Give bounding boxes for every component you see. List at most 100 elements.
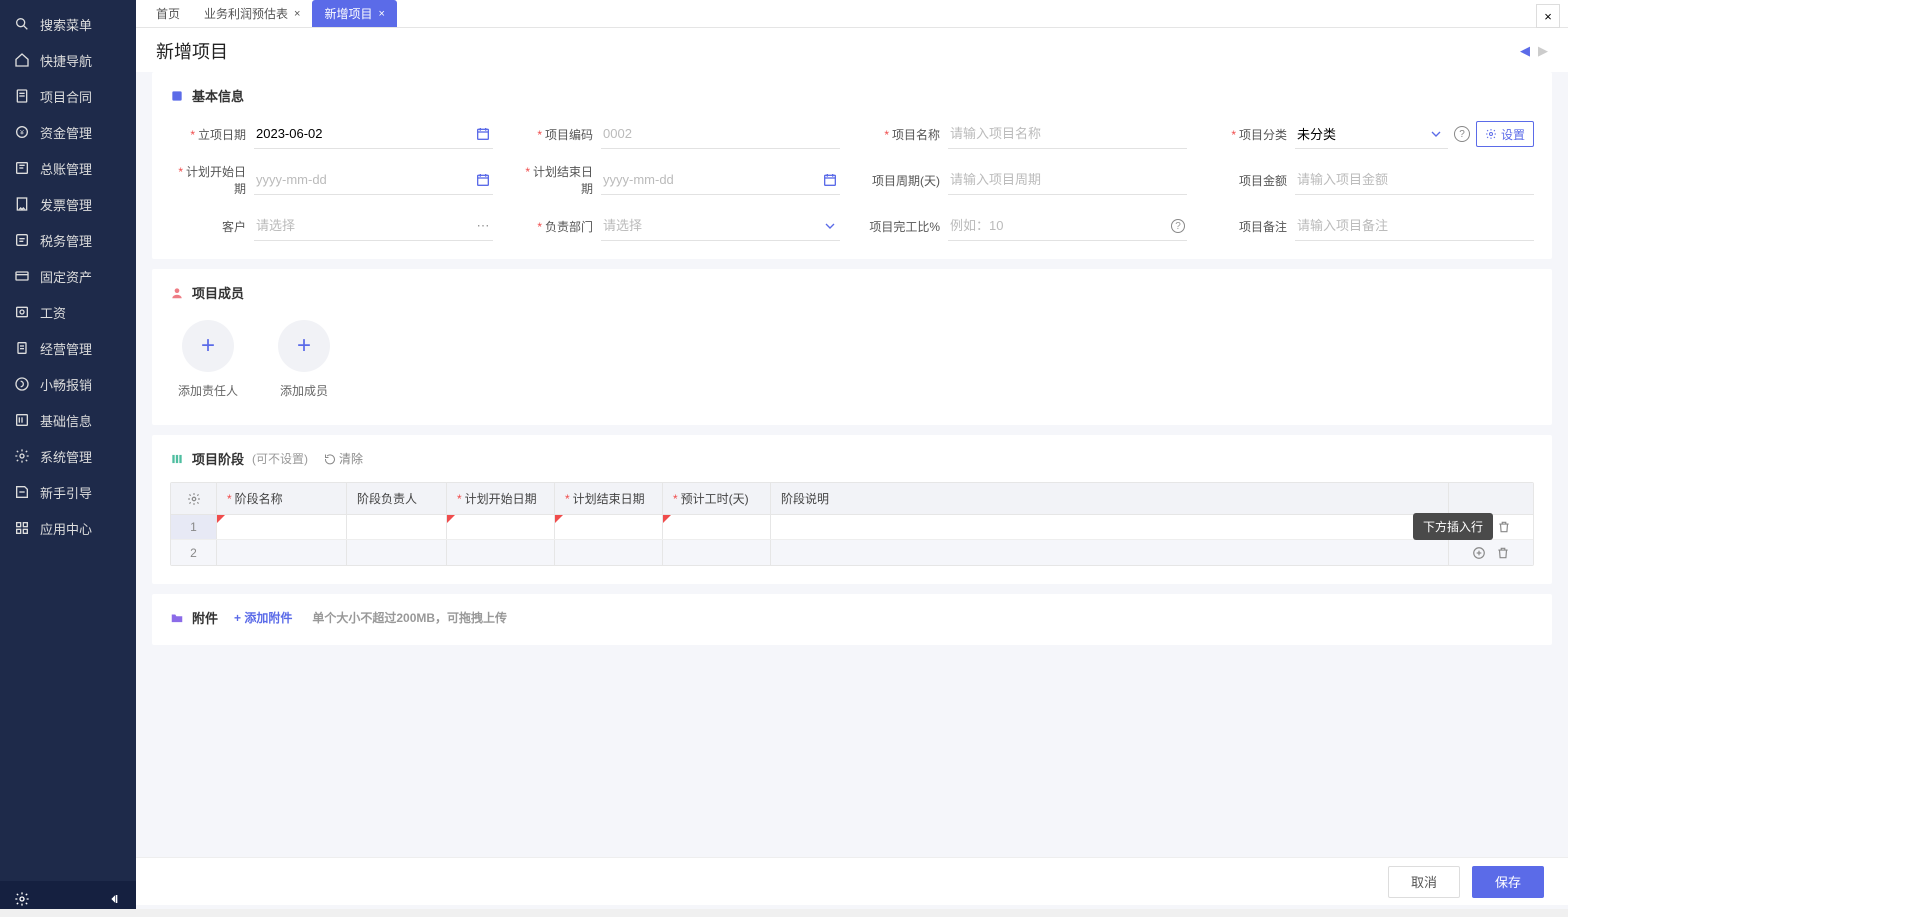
- cancel-button[interactable]: 取消: [1388, 866, 1460, 898]
- stage-start-cell[interactable]: [447, 515, 555, 539]
- customer-select[interactable]: [254, 211, 493, 241]
- col-stage-name: 阶段名称: [235, 490, 283, 507]
- field-label: 项目完工比%: [869, 220, 940, 234]
- project-amount-input[interactable]: [1295, 165, 1534, 195]
- guide-icon: [14, 484, 30, 500]
- sidebar-label: 项目合同: [40, 87, 92, 106]
- add-owner-button[interactable]: + 添加责任人: [178, 320, 238, 399]
- project-cycle-input[interactable]: [948, 165, 1187, 195]
- insert-row-icon[interactable]: [1472, 546, 1486, 560]
- calendar-icon[interactable]: [475, 172, 491, 188]
- save-button[interactable]: 保存: [1472, 866, 1544, 898]
- salary-icon: [14, 304, 30, 320]
- window-close-button[interactable]: ×: [1536, 4, 1560, 28]
- form-icon: [170, 89, 184, 103]
- stage-row[interactable]: 2: [171, 540, 1533, 565]
- project-code-input[interactable]: [601, 119, 840, 149]
- sidebar-item-tax[interactable]: 税务管理: [0, 222, 136, 258]
- close-icon: ×: [1544, 9, 1552, 24]
- tab-home[interactable]: 首页: [144, 0, 192, 27]
- field-label: 项目分类: [1239, 128, 1287, 142]
- field-label: 项目备注: [1239, 220, 1287, 234]
- add-member-button[interactable]: + 添加成员: [278, 320, 330, 399]
- table-settings-icon[interactable]: [187, 492, 201, 506]
- stage-end-cell[interactable]: [555, 540, 663, 565]
- calendar-icon[interactable]: [822, 172, 838, 188]
- sidebar-label: 应用中心: [40, 519, 92, 538]
- sidebar-item-salary[interactable]: 工资: [0, 294, 136, 330]
- chevron-down-icon[interactable]: [1428, 126, 1444, 142]
- calendar-icon[interactable]: [475, 126, 491, 142]
- project-date-input[interactable]: [254, 119, 493, 149]
- help-icon[interactable]: ?: [1454, 126, 1470, 142]
- stage-row[interactable]: 1: [171, 515, 1533, 540]
- stage-start-cell[interactable]: [447, 540, 555, 565]
- asset-icon: [14, 268, 30, 284]
- sidebar-item-asset[interactable]: 固定资产: [0, 258, 136, 294]
- more-icon[interactable]: ⋯: [475, 218, 491, 234]
- user-icon: [170, 286, 184, 300]
- row-index: 2: [171, 540, 217, 565]
- department-select[interactable]: [601, 211, 840, 241]
- sidebar-item-invoice[interactable]: 发票管理: [0, 186, 136, 222]
- sidebar-item-guide[interactable]: 新手引导: [0, 474, 136, 510]
- stage-hours-cell[interactable]: [663, 540, 771, 565]
- delete-row-icon[interactable]: [1496, 546, 1510, 560]
- stage-desc-cell[interactable]: [771, 515, 1449, 539]
- plus-icon: +: [278, 320, 330, 372]
- sidebar-item-basicinfo[interactable]: 基础信息: [0, 402, 136, 438]
- chevron-down-icon[interactable]: [822, 218, 838, 234]
- col-stage-lead: 阶段负责人: [357, 490, 417, 507]
- remark-input[interactable]: [1295, 211, 1534, 241]
- sidebar-label: 总账管理: [40, 159, 92, 178]
- field-label: 项目编码: [545, 128, 593, 142]
- stage-lead-cell[interactable]: [347, 540, 447, 565]
- settings-icon[interactable]: [14, 891, 30, 907]
- sidebar-item-ledger[interactable]: 总账管理: [0, 150, 136, 186]
- sidebar-label: 发票管理: [40, 195, 92, 214]
- invoice-icon: [14, 196, 30, 212]
- page-title: 新增项目: [156, 38, 228, 64]
- add-attachment-button[interactable]: + 添加附件: [234, 609, 292, 626]
- sidebar-label: 资金管理: [40, 123, 92, 142]
- stage-name-cell[interactable]: [217, 515, 347, 539]
- field-label: 计划结束日期: [533, 165, 593, 196]
- sidebar-item-system[interactable]: 系统管理: [0, 438, 136, 474]
- sidebar-item-apps[interactable]: 应用中心: [0, 510, 136, 546]
- sidebar-item-reimburse[interactable]: 小畅报销: [0, 366, 136, 402]
- sidebar-item-quicknav[interactable]: 快捷导航: [0, 42, 136, 78]
- stage-hours-cell[interactable]: [663, 515, 771, 539]
- section-title: 附件: [192, 608, 218, 627]
- delete-row-icon[interactable]: [1497, 520, 1511, 534]
- info-icon: [14, 412, 30, 428]
- plan-end-input[interactable]: [601, 165, 840, 195]
- tab-profit-estimate[interactable]: 业务利润预估表 ×: [192, 0, 312, 27]
- horizontal-scrollbar[interactable]: [0, 909, 1568, 917]
- attachment-hint: 单个大小不超过200MB，可拖拽上传: [312, 609, 507, 626]
- clear-stages-button[interactable]: 清除: [324, 450, 363, 467]
- prev-record-icon[interactable]: ◀: [1520, 43, 1530, 59]
- collapse-icon[interactable]: [106, 891, 122, 907]
- sidebar-item-funds[interactable]: ¥ 资金管理: [0, 114, 136, 150]
- category-settings-button[interactable]: 设置: [1476, 121, 1534, 147]
- sidebar-label: 税务管理: [40, 231, 92, 250]
- project-category-select[interactable]: [1295, 119, 1448, 149]
- stage-end-cell[interactable]: [555, 515, 663, 539]
- sidebar-item-business[interactable]: 经营管理: [0, 330, 136, 366]
- stage-desc-cell[interactable]: [771, 540, 1449, 565]
- stage-lead-cell[interactable]: [347, 515, 447, 539]
- project-name-input[interactable]: [948, 119, 1187, 149]
- stage-name-cell[interactable]: [217, 540, 347, 565]
- sidebar-label: 新手引导: [40, 483, 92, 502]
- plan-start-input[interactable]: [254, 165, 493, 195]
- sidebar-item-project-contract[interactable]: 项目合同: [0, 78, 136, 114]
- field-label: 立项日期: [198, 128, 246, 142]
- help-icon[interactable]: ?: [1171, 219, 1185, 233]
- progress-input[interactable]: [948, 211, 1187, 241]
- tab-new-project[interactable]: 新增项目 ×: [312, 0, 396, 27]
- close-icon[interactable]: ×: [294, 8, 300, 20]
- sidebar-item-search[interactable]: 搜索菜单: [0, 6, 136, 42]
- col-end-date: 计划结束日期: [573, 490, 645, 507]
- document-icon: [14, 88, 30, 104]
- close-icon[interactable]: ×: [378, 8, 384, 20]
